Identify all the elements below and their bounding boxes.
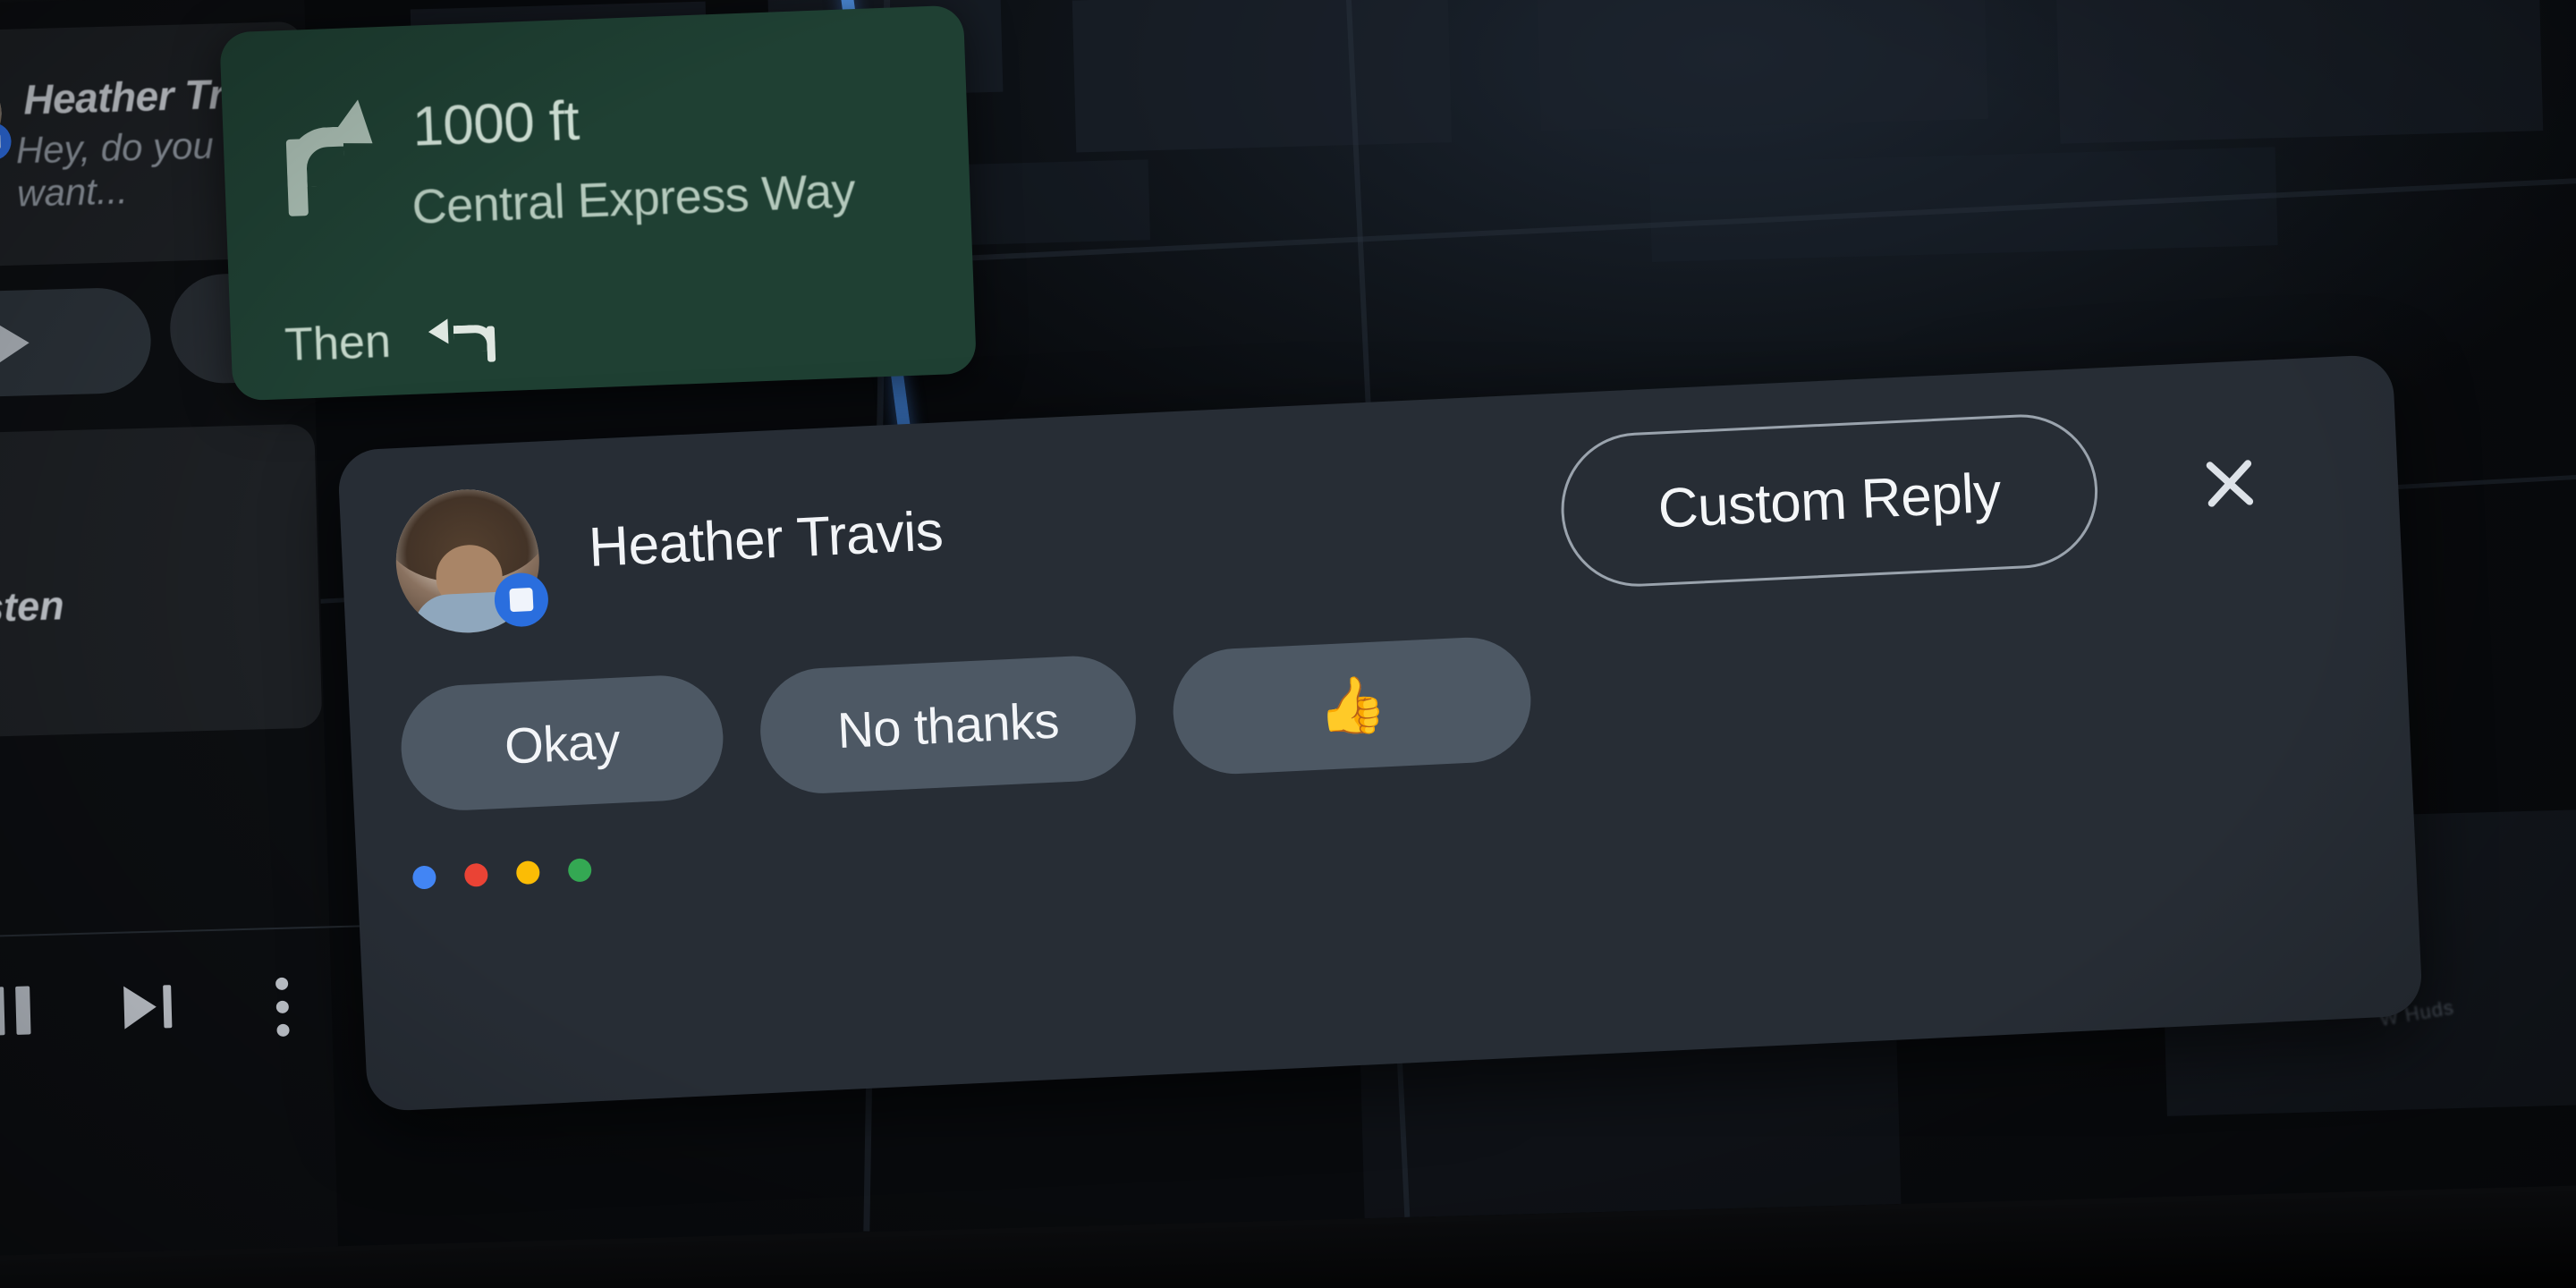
assistant-dot-red xyxy=(463,862,488,887)
play-icon xyxy=(0,321,30,366)
media-overflow-button[interactable] xyxy=(275,977,290,1038)
turn-right-icon xyxy=(277,99,389,216)
quick-reply-label: No thanks xyxy=(835,691,1061,758)
quick-reply-button[interactable]: No thanks xyxy=(757,653,1140,797)
car-display-screen: W Huds Heather Travis Hey, do you want..… xyxy=(0,0,2576,1288)
dialog-sender-name: Heather Travis xyxy=(587,500,945,579)
more-vertical-icon xyxy=(275,977,290,1038)
nav-distance: 1000 ft xyxy=(411,89,580,158)
nav-street-name: Central Express Way xyxy=(411,164,857,234)
quick-reply-label: Okay xyxy=(503,712,622,775)
android-auto-display: W Huds Heather Travis Hey, do you want..… xyxy=(0,0,2576,1256)
nav-then-row: Then xyxy=(284,310,496,372)
pause-button[interactable] xyxy=(0,986,31,1036)
custom-reply-button[interactable]: Custom Reply xyxy=(1557,411,2102,590)
nav-then-label: Then xyxy=(284,315,392,372)
play-message-button[interactable] xyxy=(0,286,153,400)
media-player-card[interactable]: got to listen el Evans xyxy=(0,423,323,741)
track-title: got to listen xyxy=(0,582,65,634)
turn-left-icon xyxy=(427,313,496,364)
messages-app-badge-icon xyxy=(0,122,13,161)
custom-reply-label: Custom Reply xyxy=(1657,462,2003,540)
skip-next-button[interactable] xyxy=(123,982,178,1032)
quick-reply-emoji-button[interactable]: 👍 xyxy=(1170,634,1534,777)
assistant-listening-dots xyxy=(411,858,592,890)
assistant-dot-yellow xyxy=(515,860,540,886)
thumbs-up-icon: 👍 xyxy=(1316,673,1388,739)
dashboard-photo: W Huds Heather Travis Hey, do you want..… xyxy=(0,0,2576,1288)
pause-icon xyxy=(0,986,31,1036)
assistant-dot-green xyxy=(567,858,592,883)
quick-reply-button[interactable]: Okay xyxy=(398,673,726,814)
close-icon[interactable] xyxy=(2194,448,2265,519)
navigation-instruction-card: 1000 ft Central Express Way Then xyxy=(219,4,978,402)
quick-reply-dialog: Heather Travis Custom Reply Okay No than… xyxy=(336,353,2424,1113)
assistant-dot-blue xyxy=(411,865,437,890)
skip-next-icon xyxy=(123,982,178,1032)
